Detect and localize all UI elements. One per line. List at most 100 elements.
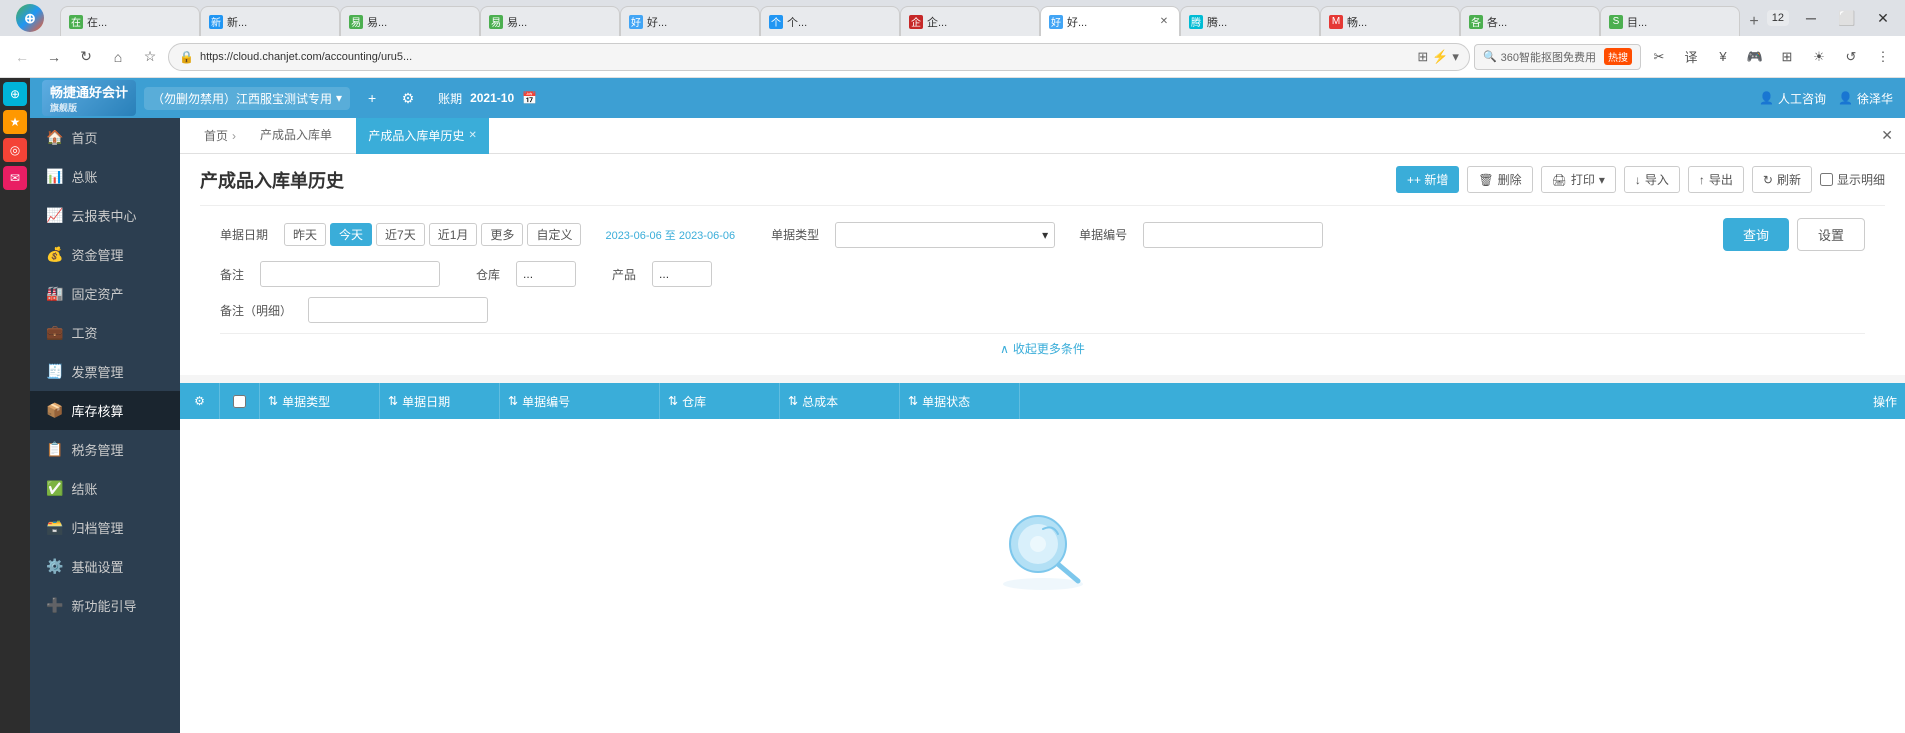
- page-tab-0[interactable]: 产成品入库单 ✕: [248, 118, 356, 154]
- bookmark-button[interactable]: ☆: [136, 43, 164, 71]
- browser-tab-tab10[interactable]: M 畅...: [1320, 6, 1460, 36]
- browser-tab-tab8[interactable]: 好 好... ✕: [1040, 6, 1180, 36]
- browser-tab-tab2[interactable]: 新 新...: [200, 6, 340, 36]
- minimize-button[interactable]: ─: [1797, 4, 1825, 32]
- th-status[interactable]: ⇅ 单据状态: [900, 383, 1020, 419]
- sidebar-item-payroll[interactable]: 💼 工资: [30, 313, 180, 352]
- restore-button[interactable]: ⬜: [1833, 4, 1861, 32]
- print-button[interactable]: 🖨 打印 ▾: [1541, 166, 1616, 193]
- nav-label-report: 云报表中心: [71, 206, 136, 225]
- show-detail-checkbox[interactable]: [1820, 173, 1833, 186]
- sidebar-item-report[interactable]: 📈 云报表中心: [30, 196, 180, 235]
- number-filter-input[interactable]: [1143, 222, 1323, 248]
- sidebar-item-settings[interactable]: ⚙️ 基础设置: [30, 547, 180, 586]
- breadcrumb-home[interactable]: 首页: [204, 127, 228, 144]
- date-option-自定义[interactable]: 自定义: [527, 223, 581, 246]
- currency-tool[interactable]: ¥: [1709, 43, 1737, 71]
- th-checkbox[interactable]: [220, 383, 260, 419]
- extension-1[interactable]: ⊕: [3, 82, 27, 106]
- sidebar-item-fixed[interactable]: 🏭 固定资产: [30, 274, 180, 313]
- sidebar-item-inventory[interactable]: 📦 库存核算: [30, 391, 180, 430]
- grid-tool[interactable]: ⊞: [1773, 43, 1801, 71]
- th-type[interactable]: ⇅ 单据类型: [260, 383, 380, 419]
- calendar-icon[interactable]: 📅: [522, 91, 537, 105]
- warehouse-select[interactable]: ...: [516, 261, 576, 287]
- address-bar[interactable]: 🔒 https://cloud.chanjet.com/accounting/u…: [168, 43, 1470, 71]
- date-option-更多[interactable]: 更多: [481, 223, 523, 246]
- game-tool[interactable]: 🎮: [1741, 43, 1769, 71]
- note-detail-filter-input[interactable]: [308, 297, 488, 323]
- th-date[interactable]: ⇅ 单据日期: [380, 383, 500, 419]
- th-number[interactable]: ⇅ 单据编号: [500, 383, 660, 419]
- tab-favicon-tab9: 腾: [1189, 15, 1203, 29]
- lightning-icon[interactable]: ⚡: [1432, 49, 1448, 65]
- browser-tab-tab7[interactable]: 企 企...: [900, 6, 1040, 36]
- extension-2[interactable]: ★: [3, 110, 27, 134]
- translate-tool[interactable]: 译: [1677, 43, 1705, 71]
- dropdown-icon[interactable]: ▾: [1452, 49, 1459, 65]
- sidebar-item-invoice[interactable]: 🧾 发票管理: [30, 352, 180, 391]
- grid-icon[interactable]: ⊞: [1417, 49, 1428, 65]
- forward-button[interactable]: →: [40, 43, 68, 71]
- theme-tool[interactable]: ☀: [1805, 43, 1833, 71]
- tab-title-tab12: 目...: [1627, 14, 1731, 30]
- browser-tab-tab6[interactable]: 个 个...: [760, 6, 900, 36]
- scissors-tool[interactable]: ✂: [1645, 43, 1673, 71]
- query-button[interactable]: 查询: [1723, 218, 1789, 251]
- home-button[interactable]: ⌂: [104, 43, 132, 71]
- sidebar-item-ledger[interactable]: 📊 总账: [30, 157, 180, 196]
- sidebar-item-tax[interactable]: 📋 税务管理: [30, 430, 180, 469]
- sidebar-item-capital[interactable]: 💰 资金管理: [30, 235, 180, 274]
- company-selector[interactable]: （勿删勿禁用）江西服宝测试专用 ▾: [144, 87, 350, 110]
- page-tab-close-1[interactable]: ✕: [468, 130, 476, 141]
- refresh-button[interactable]: ↻ 刷新: [1752, 166, 1812, 193]
- add-company-button[interactable]: +: [358, 84, 386, 112]
- date-option-近7天[interactable]: 近7天: [376, 223, 425, 246]
- sidebar-item-new[interactable]: ➕ 新功能引导: [30, 586, 180, 625]
- search-box[interactable]: 🔍 360智能抠图免费用 热搜: [1474, 44, 1641, 70]
- refresh-browser-button[interactable]: ↻: [72, 43, 100, 71]
- page-tab-1[interactable]: 产成品入库单历史 ✕: [356, 118, 488, 154]
- th-gear[interactable]: ⚙: [180, 383, 220, 419]
- back-button[interactable]: ←: [8, 43, 36, 71]
- export-button[interactable]: ↑ 导出: [1688, 166, 1744, 193]
- browser-tab-tab12[interactable]: S 目...: [1600, 6, 1740, 36]
- date-option-今天[interactable]: 今天: [330, 223, 372, 246]
- browser-tab-tab11[interactable]: 各 各...: [1460, 6, 1600, 36]
- tab-close-tab8[interactable]: ✕: [1157, 15, 1171, 29]
- settings-button[interactable]: 设置: [1797, 218, 1865, 251]
- browser-tab-tab3[interactable]: 易 易...: [340, 6, 480, 36]
- browser-tab-tab4[interactable]: 易 易...: [480, 6, 620, 36]
- collapse-more-button[interactable]: ∧ 收起更多条件: [220, 333, 1865, 363]
- import-button[interactable]: ↓ 导入: [1624, 166, 1680, 193]
- extension-3[interactable]: ◎: [3, 138, 27, 162]
- add-button[interactable]: + + 新增: [1396, 166, 1459, 193]
- th-warehouse[interactable]: ⇅ 仓库: [660, 383, 780, 419]
- undo-tool[interactable]: ↺: [1837, 43, 1865, 71]
- th-cost[interactable]: ⇅ 总成本: [780, 383, 900, 419]
- show-detail-checkbox-label[interactable]: 显示明细: [1820, 171, 1885, 188]
- sidebar-item-archive[interactable]: 🗃️ 归档管理: [30, 508, 180, 547]
- date-option-昨天[interactable]: 昨天: [284, 223, 326, 246]
- type-select[interactable]: ▾: [835, 222, 1055, 248]
- product-select[interactable]: ...: [652, 261, 712, 287]
- warehouse-ellipsis: ...: [523, 267, 533, 281]
- company-settings-button[interactable]: ⚙: [394, 84, 422, 112]
- browser-tab-tab1[interactable]: 在 在...: [60, 6, 200, 36]
- sidebar-item-home[interactable]: 🏠 首页: [30, 118, 180, 157]
- user-info[interactable]: 👤 徐泽华: [1838, 90, 1893, 107]
- date-option-近1月[interactable]: 近1月: [429, 223, 478, 246]
- browser-tab-tab9[interactable]: 腾 腾...: [1180, 6, 1320, 36]
- browser-tab-tab5[interactable]: 好 好...: [620, 6, 760, 36]
- close-panel-button[interactable]: ✕: [1881, 127, 1893, 144]
- extension-4[interactable]: ✉: [3, 166, 27, 190]
- delete-button[interactable]: 🗑 删除: [1467, 166, 1532, 193]
- page-tab-close-0[interactable]: ✕: [336, 129, 344, 140]
- support-link[interactable]: 👤 人工咨询: [1759, 90, 1826, 107]
- select-all-checkbox[interactable]: [233, 395, 246, 408]
- nav-label-payroll: 工资: [71, 323, 97, 342]
- note-filter-input[interactable]: [260, 261, 440, 287]
- more-tool[interactable]: ⋮: [1869, 43, 1897, 71]
- close-browser-button[interactable]: ✕: [1869, 4, 1897, 32]
- sidebar-item-checkout[interactable]: ✅ 结账: [30, 469, 180, 508]
